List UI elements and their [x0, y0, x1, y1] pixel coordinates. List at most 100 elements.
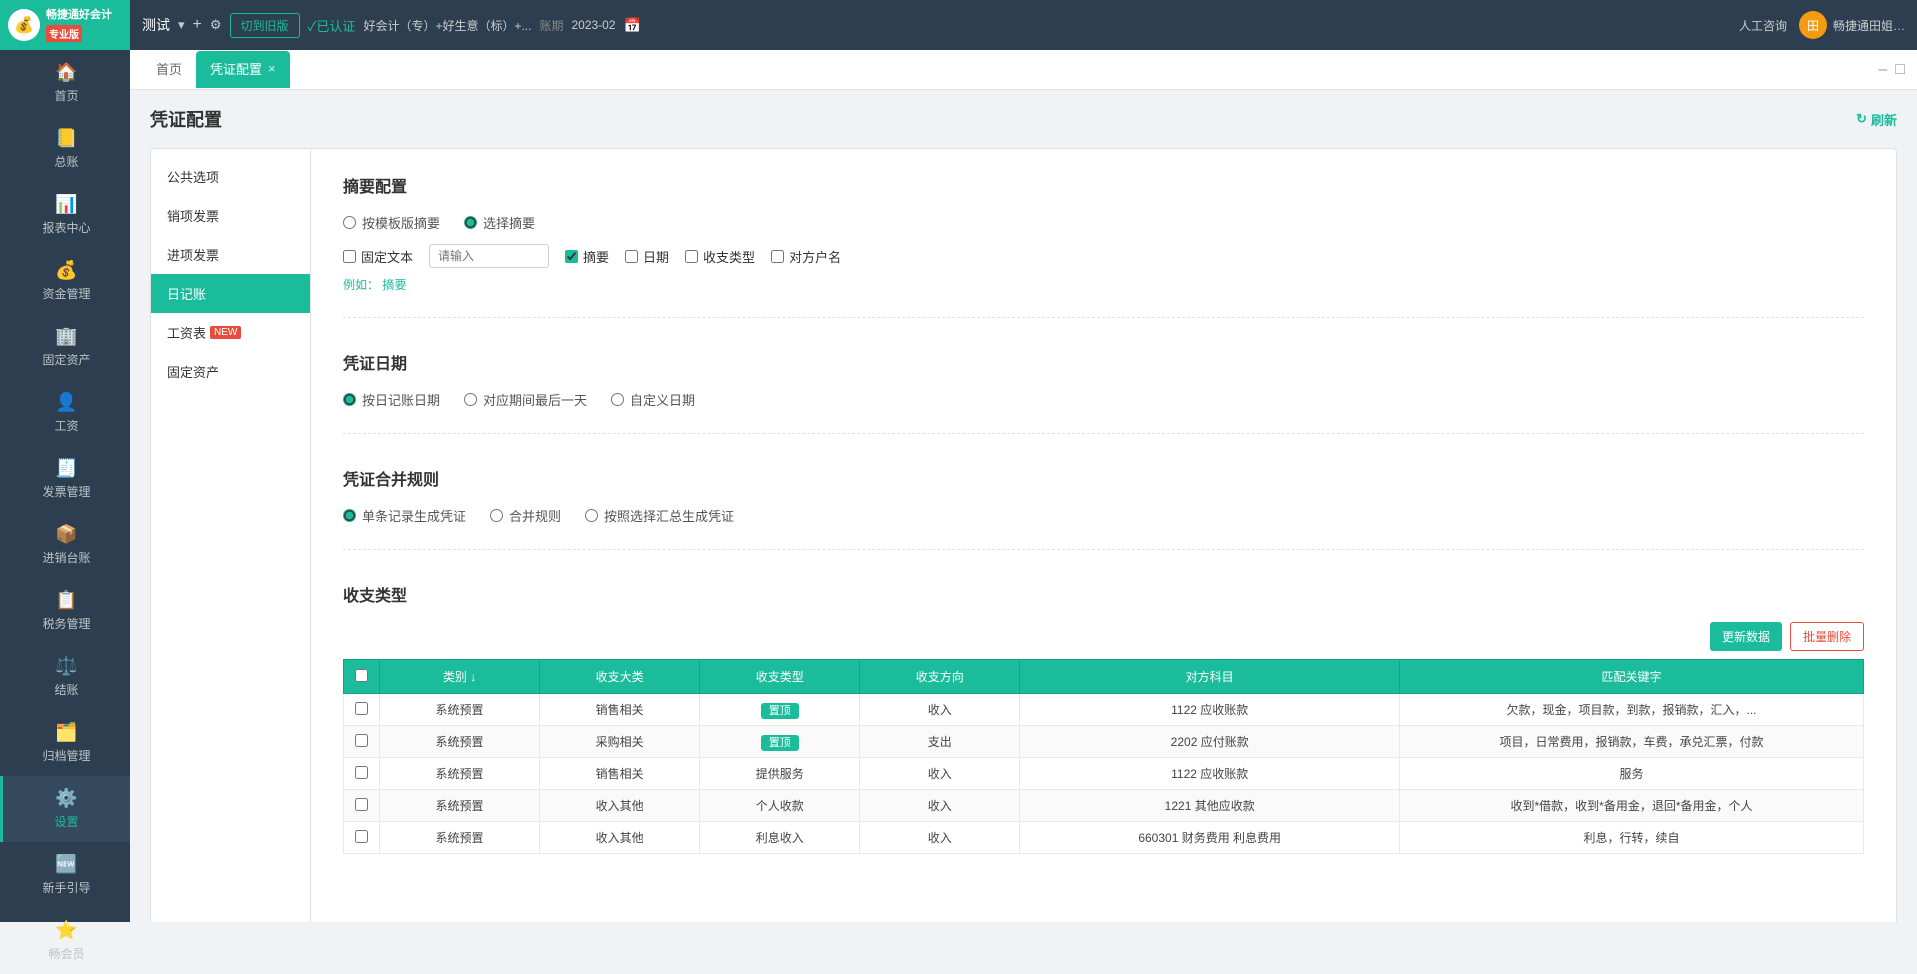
summary-checkbox-row: 固定文本 摘要 日期	[343, 244, 1864, 268]
config-sidebar-item-fixed-assets[interactable]: 固定资产	[151, 352, 310, 391]
radio-single-record[interactable]: 单条记录生成凭证	[343, 506, 466, 525]
summary-title: 摘要配置	[343, 173, 1864, 197]
summary-checkbox[interactable]: 摘要	[565, 247, 609, 266]
row-checkbox[interactable]	[355, 702, 368, 715]
tab-bar: 首页 凭证配置 × – □	[130, 50, 1917, 90]
config-sidebar-item-sales-invoice[interactable]: 销项发票	[151, 196, 310, 235]
config-sidebar-item-public[interactable]: 公共选项	[151, 157, 310, 196]
user-name: 畅捷通田姐…	[1833, 17, 1905, 34]
sidebar-item-ledger[interactable]: 📒总账	[0, 116, 130, 182]
sidebar-item-tax[interactable]: 📋税务管理	[0, 578, 130, 644]
page-content: 凭证配置 ↻ 刷新 公共选项销项发票进项发票日记账工资表 NEW固定资产 摘要配…	[130, 90, 1917, 922]
page-title-text: 凭证配置	[150, 106, 222, 132]
update-data-btn[interactable]: 更新数据	[1710, 622, 1782, 651]
new-badge: NEW	[210, 326, 241, 339]
tab-minimize-btn[interactable]: –	[1878, 61, 1887, 79]
sidebar-logo: 💰 畅捷通好会计 专业版	[0, 0, 130, 50]
summary-section: 摘要配置 按模板版摘要 选择摘要	[343, 173, 1864, 318]
topbar-dropdown[interactable]: ▾	[178, 17, 185, 33]
table-row: 系统预置收入其他个人收款收入1221 其他应收款收到*借款，收到*备用金，退回*…	[344, 790, 1864, 822]
voucher-date-section: 凭证日期 按日记账日期 对应期间最后一天	[343, 350, 1864, 434]
member-icon: ⭐	[55, 920, 77, 941]
user-menu[interactable]: 田 畅捷通田姐…	[1799, 11, 1905, 39]
sidebar-item-salary[interactable]: 👤工资	[0, 380, 130, 446]
config-sidebar-item-purchase-invoice[interactable]: 进项发票	[151, 235, 310, 274]
sidebar-item-home[interactable]: 🏠首页	[0, 50, 130, 116]
user-avatar: 田	[1799, 11, 1827, 39]
radio-custom-date[interactable]: 自定义日期	[611, 390, 695, 409]
merge-title: 凭证合并规则	[343, 466, 1864, 490]
topbar-title: 测试	[142, 15, 170, 35]
config-layout: 公共选项销项发票进项发票日记账工资表 NEW固定资产 摘要配置 按模板版摘要	[150, 148, 1897, 922]
settle-icon: ⚖️	[55, 656, 77, 677]
sidebar-item-settle[interactable]: ⚖️结账	[0, 644, 130, 710]
row-checkbox[interactable]	[355, 766, 368, 779]
radio-merge-rule[interactable]: 合并规则	[490, 506, 561, 525]
help-btn[interactable]: 人工咨询	[1739, 17, 1787, 34]
archive-icon: 🗂️	[55, 722, 77, 743]
reset-tag[interactable]: 置顶	[761, 703, 799, 719]
tab-maximize-btn[interactable]: □	[1895, 61, 1905, 79]
row-checkbox[interactable]	[355, 830, 368, 843]
topbar: 测试 ▾ + ⚙ 切到旧版 ✓已认证 好会计（专）+好生意（标）+... 账期 …	[130, 0, 1917, 50]
tax-icon: 📋	[55, 590, 77, 611]
table-row: 系统预置销售相关置顶收入1122 应收账款欠款，现金，项目款，到款，报销款，汇入…	[344, 694, 1864, 726]
sidebar-item-guide[interactable]: 🆕新手引导	[0, 842, 130, 908]
counterpart-checkbox[interactable]: 对方户名	[771, 247, 841, 266]
row-checkbox[interactable]	[355, 798, 368, 811]
select-all-checkbox[interactable]	[355, 669, 368, 682]
radio-period-last[interactable]: 对应期间最后一天	[464, 390, 587, 409]
switch-to-old-btn[interactable]: 切到旧版	[230, 13, 300, 38]
sidebar-item-invoice-mgmt[interactable]: 🧾发票管理	[0, 446, 130, 512]
page-title-row: 凭证配置 ↻ 刷新	[150, 106, 1897, 132]
radio-journal-date[interactable]: 按日记账日期	[343, 390, 440, 409]
config-sidebar-item-payroll[interactable]: 工资表 NEW	[151, 313, 310, 352]
account-tags: 好会计（专）+好生意（标）+...	[363, 17, 531, 34]
refresh-btn[interactable]: ↻ 刷新	[1856, 110, 1897, 129]
tab-home[interactable]: 首页	[142, 51, 196, 88]
calendar-icon[interactable]: 📅	[624, 17, 641, 34]
salary-icon: 👤	[55, 392, 77, 413]
period-value: 2023-02	[571, 18, 615, 32]
example-text: 例如： 摘要	[343, 276, 1864, 293]
main-area: 测试 ▾ + ⚙ 切到旧版 ✓已认证 好会计（专）+好生意（标）+... 账期 …	[130, 0, 1917, 922]
topbar-settings-icon[interactable]: ⚙	[210, 17, 222, 33]
config-sidebar-item-journal[interactable]: 日记账	[151, 274, 310, 313]
fixed-text-checkbox[interactable]: 固定文本	[343, 247, 413, 266]
tab-voucher-config[interactable]: 凭证配置 ×	[196, 51, 290, 88]
guide-icon: 🆕	[55, 854, 77, 875]
topbar-add-btn[interactable]: +	[193, 16, 202, 34]
reports-icon: 📊	[55, 194, 77, 215]
batch-delete-btn[interactable]: 批量删除	[1790, 622, 1864, 651]
summary-radio-group: 按模板版摘要 选择摘要	[343, 213, 1864, 232]
radio-select-summary[interactable]: 选择摘要	[464, 213, 535, 232]
table-actions: 更新数据 批量删除	[343, 622, 1864, 651]
sidebar-item-assets[interactable]: 🏢固定资产	[0, 314, 130, 380]
voucher-date-title: 凭证日期	[343, 350, 1864, 374]
sidebar-item-settings[interactable]: ⚙️设置	[0, 776, 130, 842]
tab-close-btn[interactable]: ×	[268, 61, 276, 76]
date-checkbox[interactable]: 日期	[625, 247, 669, 266]
income-table: 类别 ↓收支大类收支类型收支方向对方科目匹配关键字 系统预置销售相关置顶收入11…	[343, 659, 1864, 854]
fixed-text-input[interactable]	[429, 244, 549, 268]
table-row: 系统预置采购相关置顶支出2202 应付账款项目，日常费用，报销款，车费，承兑汇票…	[344, 726, 1864, 758]
period-label: 账期	[539, 17, 563, 34]
reset-tag[interactable]: 置顶	[761, 735, 799, 751]
invoice-mgmt-icon: 🧾	[55, 458, 77, 479]
purchase-icon: 📦	[55, 524, 77, 545]
income-title: 收支类型	[343, 582, 1864, 606]
sidebar-item-archive[interactable]: 🗂️归档管理	[0, 710, 130, 776]
sidebar-nav: 🏠首页📒总账📊报表中心💰资金管理🏢固定资产👤工资🧾发票管理📦进销台账📋税务管理⚖…	[0, 50, 130, 974]
radio-summary-gen[interactable]: 按照选择汇总生成凭证	[585, 506, 734, 525]
sidebar-item-purchase[interactable]: 📦进销台账	[0, 512, 130, 578]
row-checkbox[interactable]	[355, 734, 368, 747]
config-sidebar: 公共选项销项发票进项发票日记账工资表 NEW固定资产	[151, 149, 311, 922]
sidebar-item-reports[interactable]: 📊报表中心	[0, 182, 130, 248]
income-type-checkbox[interactable]: 收支类型	[685, 247, 755, 266]
sidebar-item-funds[interactable]: 💰资金管理	[0, 248, 130, 314]
assets-icon: 🏢	[55, 326, 77, 347]
logo-icon: 💰	[8, 9, 40, 41]
sidebar-item-member[interactable]: ⭐畅会员	[0, 908, 130, 974]
certified-tag: ✓已认证	[308, 16, 356, 35]
radio-template-summary[interactable]: 按模板版摘要	[343, 213, 440, 232]
